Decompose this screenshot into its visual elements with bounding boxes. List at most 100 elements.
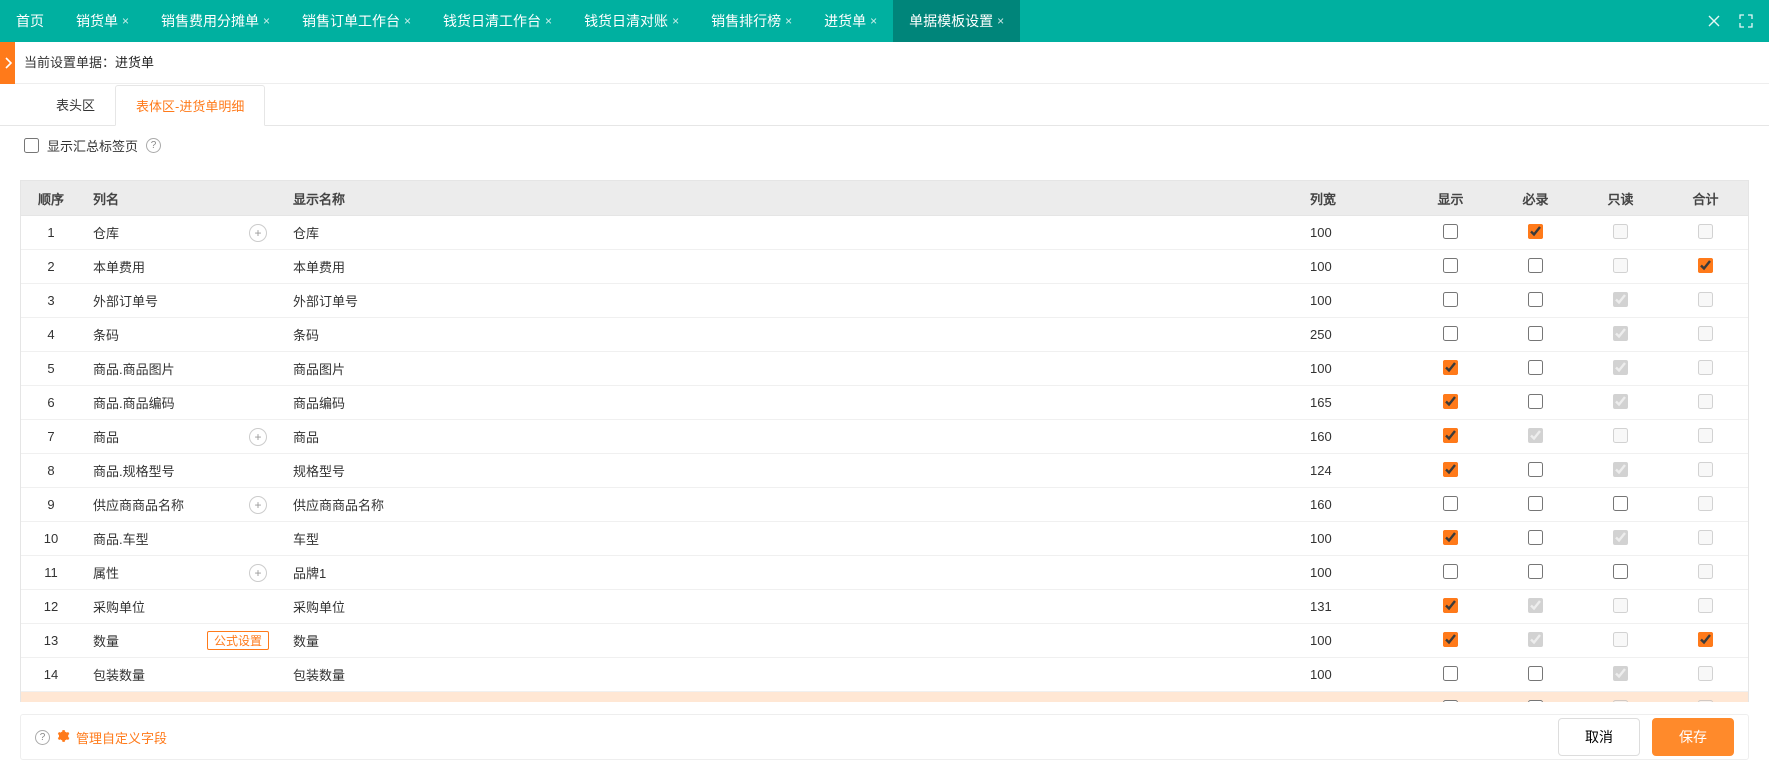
cell-display-name[interactable]: 车型 [281,529,1298,548]
close-tab-icon[interactable]: × [263,14,270,28]
cell-width[interactable]: 160 [1298,429,1408,444]
required-checkbox[interactable] [1528,360,1543,375]
cell-display-name[interactable]: 采购单位 [281,597,1298,616]
required-checkbox[interactable] [1528,394,1543,409]
cell-display-name[interactable]: 仓库 [281,223,1298,242]
top-tab[interactable]: 销售排行榜× [695,0,808,42]
table-row[interactable]: 9供应商商品名称+供应商商品名称160 [21,488,1748,522]
cell-display-name[interactable]: 条码 [281,325,1298,344]
table-row[interactable]: 10商品.车型车型100 [21,522,1748,556]
cell-display-name[interactable]: 品牌1 [281,563,1298,582]
sum-checkbox[interactable] [1698,258,1713,273]
cell-display-name[interactable]: 外部订单号 [281,291,1298,310]
save-button[interactable]: 保存 [1652,718,1734,756]
cell-display-name[interactable]: 单位2 [281,699,1298,702]
show-checkbox[interactable] [1443,462,1458,477]
top-tab[interactable]: 销售订单工作台× [286,0,427,42]
required-checkbox[interactable] [1528,462,1543,477]
cell-display-name[interactable]: 规格型号 [281,461,1298,480]
top-tab[interactable]: 钱货日清工作台× [427,0,568,42]
help-icon[interactable]: ? [35,730,50,745]
required-checkbox[interactable] [1528,530,1543,545]
cell-width[interactable]: 250 [1298,327,1408,342]
close-tab-icon[interactable]: × [870,14,877,28]
cell-width[interactable]: 165 [1298,395,1408,410]
close-tab-icon[interactable]: × [997,14,1004,28]
top-tab[interactable]: 销货单× [60,0,145,42]
top-tab[interactable]: 单据模板设置× [893,0,1020,42]
add-sub-column-icon[interactable]: + [249,564,267,582]
show-summary-checkbox[interactable] [24,138,39,153]
required-checkbox[interactable] [1528,292,1543,307]
table-row[interactable]: 15单位2单位2100 [21,692,1748,702]
required-checkbox[interactable] [1528,564,1543,579]
cell-width[interactable]: 100 [1298,701,1408,702]
close-tab-icon[interactable]: × [785,14,792,28]
cell-width[interactable]: 100 [1298,293,1408,308]
cell-display-name[interactable]: 数量 [281,631,1298,650]
readonly-checkbox[interactable] [1613,496,1628,511]
table-row[interactable]: 14包装数量包装数量100 [21,658,1748,692]
show-checkbox[interactable] [1443,428,1458,443]
required-checkbox[interactable] [1528,258,1543,273]
show-checkbox[interactable] [1443,292,1458,307]
cell-width[interactable]: 160 [1298,497,1408,512]
table-row[interactable]: 1仓库+仓库100 [21,216,1748,250]
show-checkbox[interactable] [1443,632,1458,647]
add-sub-column-icon[interactable]: + [249,428,267,446]
show-checkbox[interactable] [1443,258,1458,273]
required-checkbox[interactable] [1528,666,1543,681]
readonly-checkbox[interactable] [1613,564,1628,579]
cell-display-name[interactable]: 包装数量 [281,665,1298,684]
cell-width[interactable]: 100 [1298,565,1408,580]
close-tab-icon[interactable]: × [122,14,129,28]
table-row[interactable]: 2本单费用本单费用100 [21,250,1748,284]
required-checkbox[interactable] [1528,496,1543,511]
section-tab[interactable]: 表体区-进货单明细 [115,85,265,126]
show-checkbox[interactable] [1443,224,1458,239]
cell-width[interactable]: 100 [1298,633,1408,648]
cell-display-name[interactable]: 商品图片 [281,359,1298,378]
cell-width[interactable]: 100 [1298,531,1408,546]
fullscreen-icon[interactable] [1737,12,1755,30]
cell-width[interactable]: 100 [1298,667,1408,682]
show-checkbox[interactable] [1443,496,1458,511]
cell-display-name[interactable]: 本单费用 [281,257,1298,276]
table-row[interactable]: 5商品.商品图片商品图片100 [21,352,1748,386]
table-row[interactable]: 13数量公式设置数量100 [21,624,1748,658]
section-tab[interactable]: 表头区 [36,85,115,124]
show-checkbox[interactable] [1443,360,1458,375]
show-checkbox[interactable] [1443,666,1458,681]
formula-settings-button[interactable]: 公式设置 [207,631,269,650]
table-body[interactable]: 1仓库+仓库1002本单费用本单费用1003外部订单号外部订单号1004条码条码… [20,216,1749,702]
close-all-tabs-icon[interactable] [1705,12,1723,30]
top-tab[interactable]: 销售费用分摊单× [145,0,286,42]
cell-display-name[interactable]: 供应商商品名称 [281,495,1298,514]
cell-width[interactable]: 100 [1298,225,1408,240]
close-tab-icon[interactable]: × [672,14,679,28]
cell-width[interactable]: 131 [1298,599,1408,614]
help-icon[interactable]: ? [146,138,161,153]
table-row[interactable]: 3外部订单号外部订单号100 [21,284,1748,318]
add-sub-column-icon[interactable]: + [249,224,267,242]
table-row[interactable]: 11属性+品牌1100 [21,556,1748,590]
required-checkbox[interactable] [1528,700,1543,703]
show-checkbox[interactable] [1443,530,1458,545]
table-row[interactable]: 6商品.商品编码商品编码165 [21,386,1748,420]
close-tab-icon[interactable]: × [404,14,411,28]
top-tab[interactable]: 进货单× [808,0,893,42]
required-checkbox[interactable] [1528,326,1543,341]
sum-checkbox[interactable] [1698,632,1713,647]
show-checkbox[interactable] [1443,394,1458,409]
close-tab-icon[interactable]: × [545,14,552,28]
top-tab[interactable]: 钱货日清对账× [568,0,695,42]
show-checkbox[interactable] [1443,564,1458,579]
cell-display-name[interactable]: 商品 [281,427,1298,446]
expand-sidebar-handle[interactable] [0,42,15,84]
cell-width[interactable]: 100 [1298,361,1408,376]
show-checkbox[interactable] [1443,700,1458,703]
table-row[interactable]: 12采购单位采购单位131 [21,590,1748,624]
show-checkbox[interactable] [1443,326,1458,341]
manage-custom-fields-link[interactable]: ? 管理自定义字段 [35,728,167,747]
required-checkbox[interactable] [1528,224,1543,239]
